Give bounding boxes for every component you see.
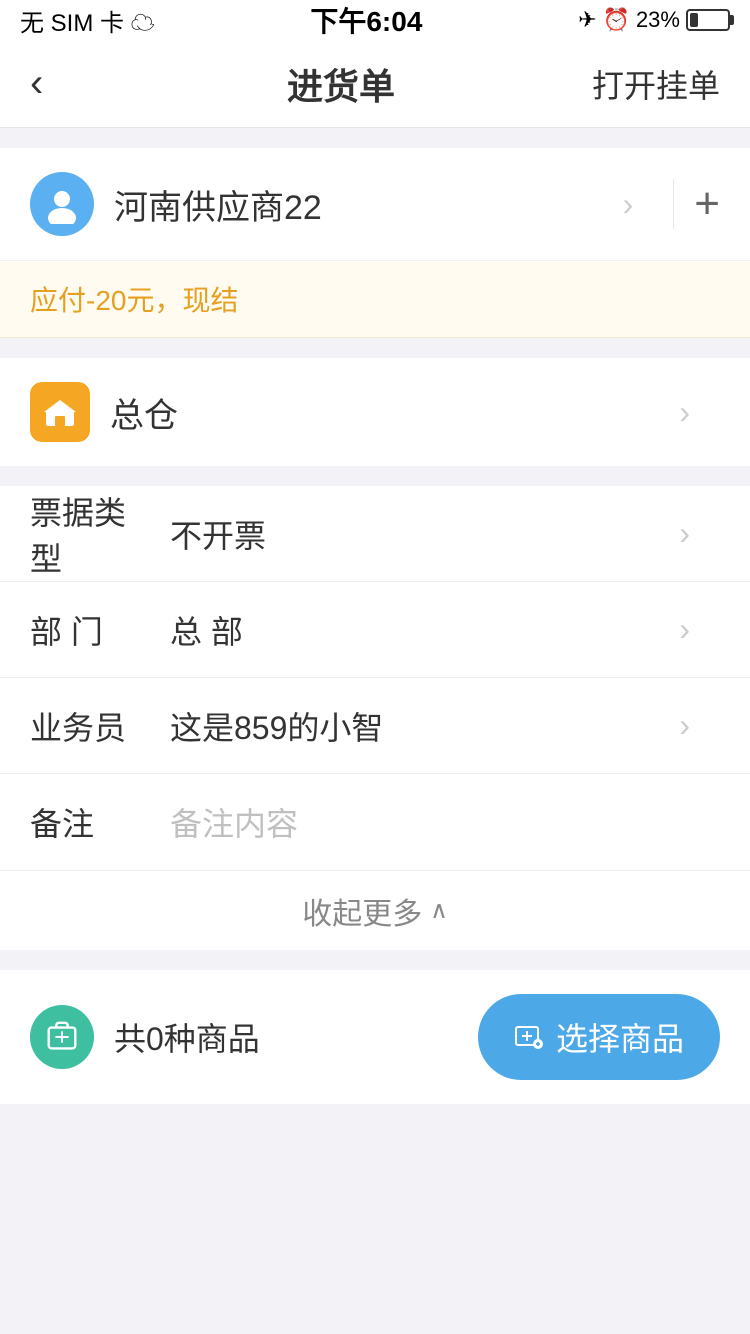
select-product-label: 选择商品 <box>556 1014 684 1060</box>
notes-label: 备注 <box>30 799 150 845</box>
nav-bar: ‹ 进货单 打开挂单 <box>0 40 750 128</box>
product-icon <box>30 1005 94 1069</box>
warehouse-name: 总仓 <box>110 388 679 437</box>
salesperson-label: 业务员 <box>30 703 150 749</box>
warehouse-icon <box>30 382 90 442</box>
supplier-section: 河南供应商22 › + 应付-20元，现结 <box>0 148 750 338</box>
supplier-row[interactable]: 河南供应商22 › + <box>0 148 750 261</box>
salesperson-chevron-icon: › <box>679 707 690 744</box>
battery-icon <box>686 9 730 31</box>
invoice-type-value: 不开票 <box>170 511 679 557</box>
supplier-name: 河南供应商22 <box>114 180 623 229</box>
form-section: 票据类型 不开票 › 部 门 总 部 › 业务员 这是859的小智 › 备注 备… <box>0 486 750 870</box>
invoice-chevron-icon: › <box>679 515 690 552</box>
invoice-type-label: 票据类型 <box>30 488 150 580</box>
divider-2 <box>0 338 750 358</box>
chevron-right-icon: › <box>623 186 634 223</box>
product-bar: 共0种商品 选择商品 <box>0 970 750 1104</box>
alarm-icon: ⏰ <box>603 7 630 33</box>
open-pending-button[interactable]: 打开挂单 <box>592 61 720 107</box>
supplier-avatar <box>30 172 94 236</box>
department-label: 部 门 <box>30 607 150 653</box>
vertical-divider <box>673 179 674 229</box>
invoice-type-row[interactable]: 票据类型 不开票 › <box>0 486 750 582</box>
notice-bar: 应付-20元，现结 <box>0 261 750 338</box>
notes-row[interactable]: 备注 备注内容 <box>0 774 750 870</box>
warehouse-section: 总仓 › <box>0 358 750 466</box>
location-icon: ✈ <box>578 7 596 33</box>
collapse-icon: ∧ <box>430 896 448 925</box>
salesperson-row[interactable]: 业务员 这是859的小智 › <box>0 678 750 774</box>
warehouse-chevron-icon: › <box>679 394 690 431</box>
back-button[interactable]: ‹ <box>30 61 90 106</box>
collapse-row[interactable]: 收起更多 ∧ <box>0 870 750 950</box>
page-title: 进货单 <box>287 58 395 110</box>
collapse-text: 收起更多 <box>302 889 422 933</box>
department-chevron-icon: › <box>679 611 690 648</box>
status-time: 下午6:04 <box>310 0 422 40</box>
notes-value[interactable]: 备注内容 <box>170 799 720 845</box>
sim-text: 无 SIM 卡 ☁ <box>20 3 155 38</box>
status-right: ✈ ⏰ 23% <box>578 7 730 33</box>
status-left: 无 SIM 卡 ☁ <box>20 3 155 38</box>
salesperson-value: 这是859的小智 <box>170 703 679 749</box>
divider-1 <box>0 128 750 148</box>
department-row[interactable]: 部 门 总 部 › <box>0 582 750 678</box>
battery-text: 23% <box>636 7 680 33</box>
product-count: 共0种商品 <box>114 1014 478 1060</box>
warehouse-row[interactable]: 总仓 › <box>0 358 750 466</box>
select-product-button[interactable]: 选择商品 <box>478 994 720 1080</box>
department-value: 总 部 <box>170 607 679 653</box>
status-bar: 无 SIM 卡 ☁ 下午6:04 ✈ ⏰ 23% <box>0 0 750 40</box>
add-supplier-button[interactable]: + <box>694 179 720 229</box>
